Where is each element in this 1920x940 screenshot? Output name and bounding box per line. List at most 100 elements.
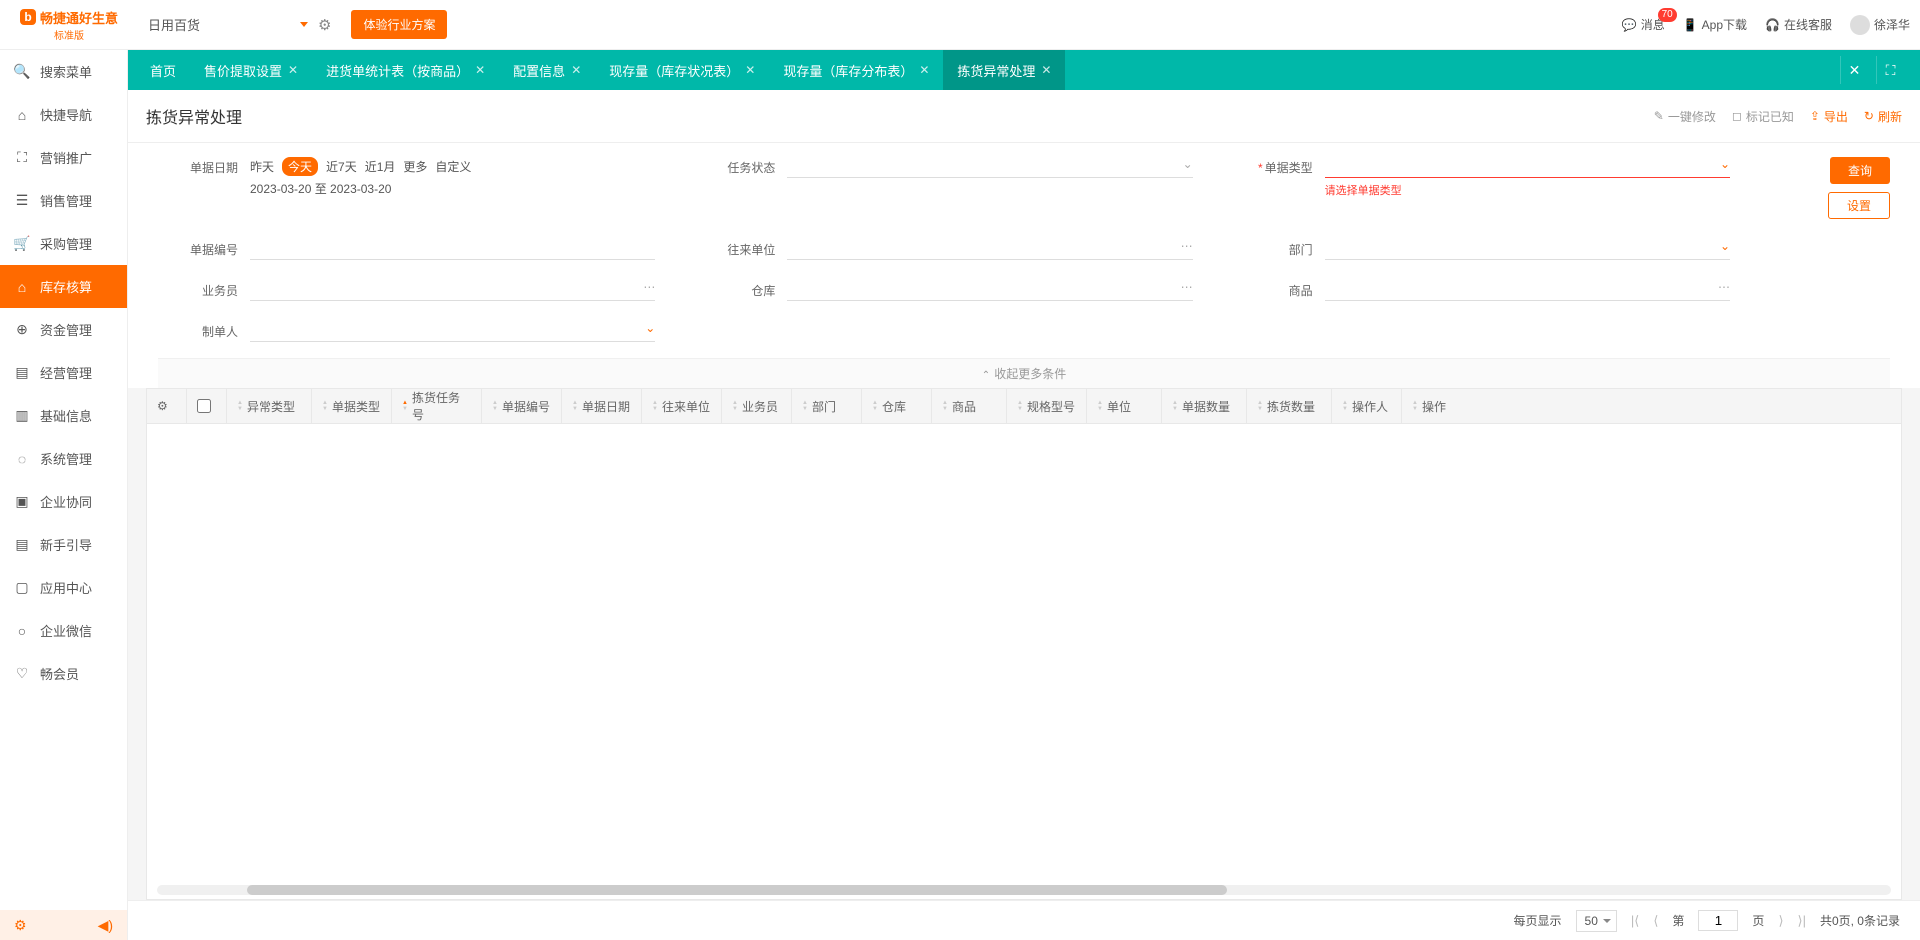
try-industry-button[interactable]: 体验行业方案: [351, 10, 447, 39]
close-icon[interactable]: ✕: [919, 63, 929, 77]
th-9[interactable]: ▲▼部门: [792, 389, 862, 423]
per-page-select[interactable]: 50: [1576, 910, 1617, 932]
more-icon[interactable]: ⋯: [1181, 280, 1193, 294]
sort-icon[interactable]: ▲▼: [572, 401, 578, 412]
sort-icon[interactable]: ▲▼: [1097, 401, 1103, 412]
page-input[interactable]: [1698, 910, 1738, 931]
maker-select[interactable]: [250, 321, 655, 342]
support-button[interactable]: 🎧 在线客服: [1765, 16, 1832, 33]
th-4[interactable]: ▲▼拣货任务号: [392, 389, 482, 423]
th-8[interactable]: ▲▼业务员: [722, 389, 792, 423]
sort-icon[interactable]: ▲▼: [872, 401, 878, 412]
sidebar-item-6[interactable]: ⊕资金管理: [0, 308, 127, 351]
sidebar-item-9[interactable]: ◌系统管理: [0, 437, 127, 480]
refresh-button[interactable]: ↻刷新: [1864, 108, 1902, 125]
app-download-button[interactable]: 📱 App下载: [1683, 16, 1747, 33]
prev-page-button[interactable]: ⟨: [1653, 913, 1658, 929]
sidebar-item-5[interactable]: ⌂库存核算: [0, 265, 127, 308]
sidebar-item-3[interactable]: ☰销售管理: [0, 179, 127, 222]
user-menu[interactable]: 徐泽华: [1850, 15, 1910, 35]
date-opt-yesterday[interactable]: 昨天: [250, 158, 274, 175]
sort-icon[interactable]: ▲▼: [1257, 401, 1263, 412]
sidebar-item-1[interactable]: ⌂快捷导航: [0, 93, 127, 136]
th-14[interactable]: ▲▼单据数量: [1162, 389, 1247, 423]
sidebar-item-4[interactable]: 🛒采购管理: [0, 222, 127, 265]
tab-5[interactable]: 现存量（库存分布表）✕: [769, 50, 943, 90]
sort-icon[interactable]: ▲▼: [402, 401, 408, 412]
sort-icon[interactable]: ▲▼: [732, 401, 738, 412]
sort-icon[interactable]: ▲▼: [492, 401, 498, 412]
mark-known-button[interactable]: ◻标记已知: [1732, 108, 1794, 125]
sidebar-item-7[interactable]: ▤经营管理: [0, 351, 127, 394]
collapse-filters-button[interactable]: ⌃收起更多条件: [158, 358, 1890, 388]
th-11[interactable]: ▲▼商品: [932, 389, 1007, 423]
sort-icon[interactable]: ▲▼: [322, 401, 328, 412]
tab-3[interactable]: 配置信息✕: [499, 50, 595, 90]
tab-4[interactable]: 现存量（库存状况表）✕: [595, 50, 769, 90]
next-page-button[interactable]: ⟩: [1778, 913, 1783, 929]
sidebar-item-12[interactable]: ▢应用中心: [0, 566, 127, 609]
date-opt-custom[interactable]: 自定义: [435, 158, 471, 175]
th-2[interactable]: ▲▼异常类型: [227, 389, 312, 423]
export-button[interactable]: ⇪导出: [1810, 108, 1848, 125]
gear-icon[interactable]: ⚙: [318, 16, 331, 34]
settings-button[interactable]: 设置: [1828, 192, 1890, 219]
th-16[interactable]: ▲▼操作人: [1332, 389, 1402, 423]
tab-2[interactable]: 进货单统计表（按商品）✕: [312, 50, 499, 90]
sidebar-item-2[interactable]: ⛶营销推广: [0, 136, 127, 179]
th-12[interactable]: ▲▼规格型号: [1007, 389, 1087, 423]
th-17[interactable]: ▲▼操作: [1402, 389, 1492, 423]
close-icon[interactable]: ✕: [288, 63, 298, 77]
sort-icon[interactable]: ▲▼: [1172, 401, 1178, 412]
batch-edit-button[interactable]: ✎一键修改: [1654, 108, 1716, 125]
sort-icon[interactable]: ▲▼: [237, 401, 243, 412]
warehouse-input[interactable]: [787, 280, 1192, 301]
tab-0[interactable]: 首页: [136, 50, 190, 90]
first-page-button[interactable]: |⟨: [1631, 913, 1639, 929]
query-button[interactable]: 查询: [1830, 157, 1890, 184]
goods-input[interactable]: [1325, 280, 1730, 301]
doc-type-select[interactable]: [1325, 157, 1730, 178]
settings-icon[interactable]: ⚙: [14, 917, 27, 934]
more-icon[interactable]: ⋯: [1181, 239, 1193, 253]
sidebar-item-11[interactable]: ▤新手引导: [0, 523, 127, 566]
gear-icon[interactable]: ⚙: [157, 399, 168, 413]
sort-icon[interactable]: ▲▼: [1412, 401, 1418, 412]
date-opt-today[interactable]: 今天: [282, 157, 318, 176]
th-6[interactable]: ▲▼单据日期: [562, 389, 642, 423]
close-tabs-button[interactable]: ✕: [1840, 56, 1868, 84]
industry-select[interactable]: 日用百货: [148, 15, 308, 34]
close-icon[interactable]: ✕: [571, 63, 581, 77]
dept-select[interactable]: [1325, 239, 1730, 260]
horizontal-scrollbar[interactable]: [157, 885, 1891, 895]
last-page-button[interactable]: ⟩|: [1798, 913, 1806, 929]
select-all-checkbox[interactable]: [197, 399, 211, 413]
sidebar-item-13[interactable]: ○企业微信: [0, 609, 127, 652]
task-status-select[interactable]: [787, 157, 1192, 178]
sort-icon[interactable]: ▲▼: [1017, 401, 1023, 412]
sidebar-item-8[interactable]: ▥基础信息: [0, 394, 127, 437]
th-1[interactable]: [187, 389, 227, 423]
close-icon[interactable]: ✕: [745, 63, 755, 77]
partner-input[interactable]: [787, 239, 1192, 260]
tab-6[interactable]: 拣货异常处理✕: [943, 50, 1065, 90]
operator-input[interactable]: [250, 280, 655, 301]
expand-icon[interactable]: ⛶: [1876, 56, 1904, 84]
messages-button[interactable]: 💬 消息 70: [1622, 16, 1665, 33]
th-0[interactable]: ⚙: [147, 389, 187, 423]
sort-icon[interactable]: ▲▼: [942, 401, 948, 412]
sidebar-item-14[interactable]: ♡畅会员: [0, 652, 127, 695]
date-opt-7d[interactable]: 近7天: [326, 158, 357, 175]
close-icon[interactable]: ✕: [475, 63, 485, 77]
th-5[interactable]: ▲▼单据编号: [482, 389, 562, 423]
th-13[interactable]: ▲▼单位: [1087, 389, 1162, 423]
sidebar-item-0[interactable]: 🔍搜索菜单: [0, 50, 127, 93]
tab-1[interactable]: 售价提取设置✕: [190, 50, 312, 90]
date-opt-1m[interactable]: 近1月: [365, 158, 396, 175]
th-7[interactable]: ▲▼往来单位: [642, 389, 722, 423]
scrollbar-thumb[interactable]: [247, 885, 1227, 895]
th-3[interactable]: ▲▼单据类型: [312, 389, 392, 423]
more-icon[interactable]: ⋯: [1718, 280, 1730, 294]
sidebar-item-10[interactable]: ▣企业协同: [0, 480, 127, 523]
more-icon[interactable]: ⋯: [643, 280, 655, 294]
